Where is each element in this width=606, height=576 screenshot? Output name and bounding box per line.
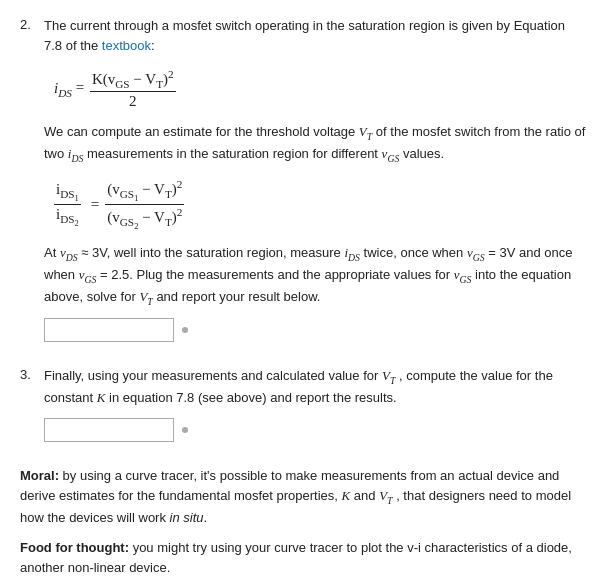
k-input[interactable]: [44, 418, 174, 442]
textbook-link[interactable]: textbook: [102, 38, 151, 53]
item-body-2: The current through a mosfet switch oper…: [44, 16, 586, 352]
moral-label: Moral:: [20, 468, 59, 483]
item2-intro: The current through a mosfet switch oper…: [44, 16, 586, 56]
item-2: 2. The current through a mosfet switch o…: [20, 16, 586, 352]
input-row-1: [44, 318, 586, 342]
ratio-denominator: (vGS2 − VT)2: [105, 205, 184, 231]
input-row-2: [44, 418, 586, 442]
moral-section: Moral: by using a curve tracer, it's pos…: [20, 466, 586, 528]
ratio-fraction: (vGS1 − VT)2 (vGS2 − VT)2: [105, 178, 184, 232]
formula-numerator: K(vGS − VT)2: [90, 68, 176, 92]
food-label: Food for thought:: [20, 540, 129, 555]
ratio-lhs: iDS1 iDS2: [54, 180, 81, 230]
item2-para3: At vDS ≈ 3V, well into the saturation re…: [44, 243, 586, 308]
item3-intro: Finally, using your measurements and cal…: [44, 366, 586, 408]
formula-fraction: K(vGS − VT)2 2: [90, 68, 176, 110]
item-number-2: 2.: [20, 16, 36, 352]
formula-denominator: 2: [127, 92, 139, 110]
formula-ids-label: iDS: [54, 80, 76, 96]
formula-ids: iDS = K(vGS − VT)2 2: [54, 68, 586, 110]
dot-1: [182, 327, 188, 333]
vt-input[interactable]: [44, 318, 174, 342]
food-section: Food for thought: you might try using yo…: [20, 538, 586, 576]
dot-2: [182, 427, 188, 433]
item-3: 3. Finally, using your measurements and …: [20, 366, 586, 452]
ratio-numerator: (vGS1 − VT)2: [105, 178, 184, 205]
item-body-3: Finally, using your measurements and cal…: [44, 366, 586, 452]
in-situ-text: in situ: [170, 510, 204, 525]
item-number-3: 3.: [20, 366, 36, 452]
item2-para2: We can compute an estimate for the thres…: [44, 122, 586, 165]
ratio-formula: iDS1 iDS2 = (vGS1 − VT)2 (vGS2 − VT)2: [54, 178, 586, 232]
